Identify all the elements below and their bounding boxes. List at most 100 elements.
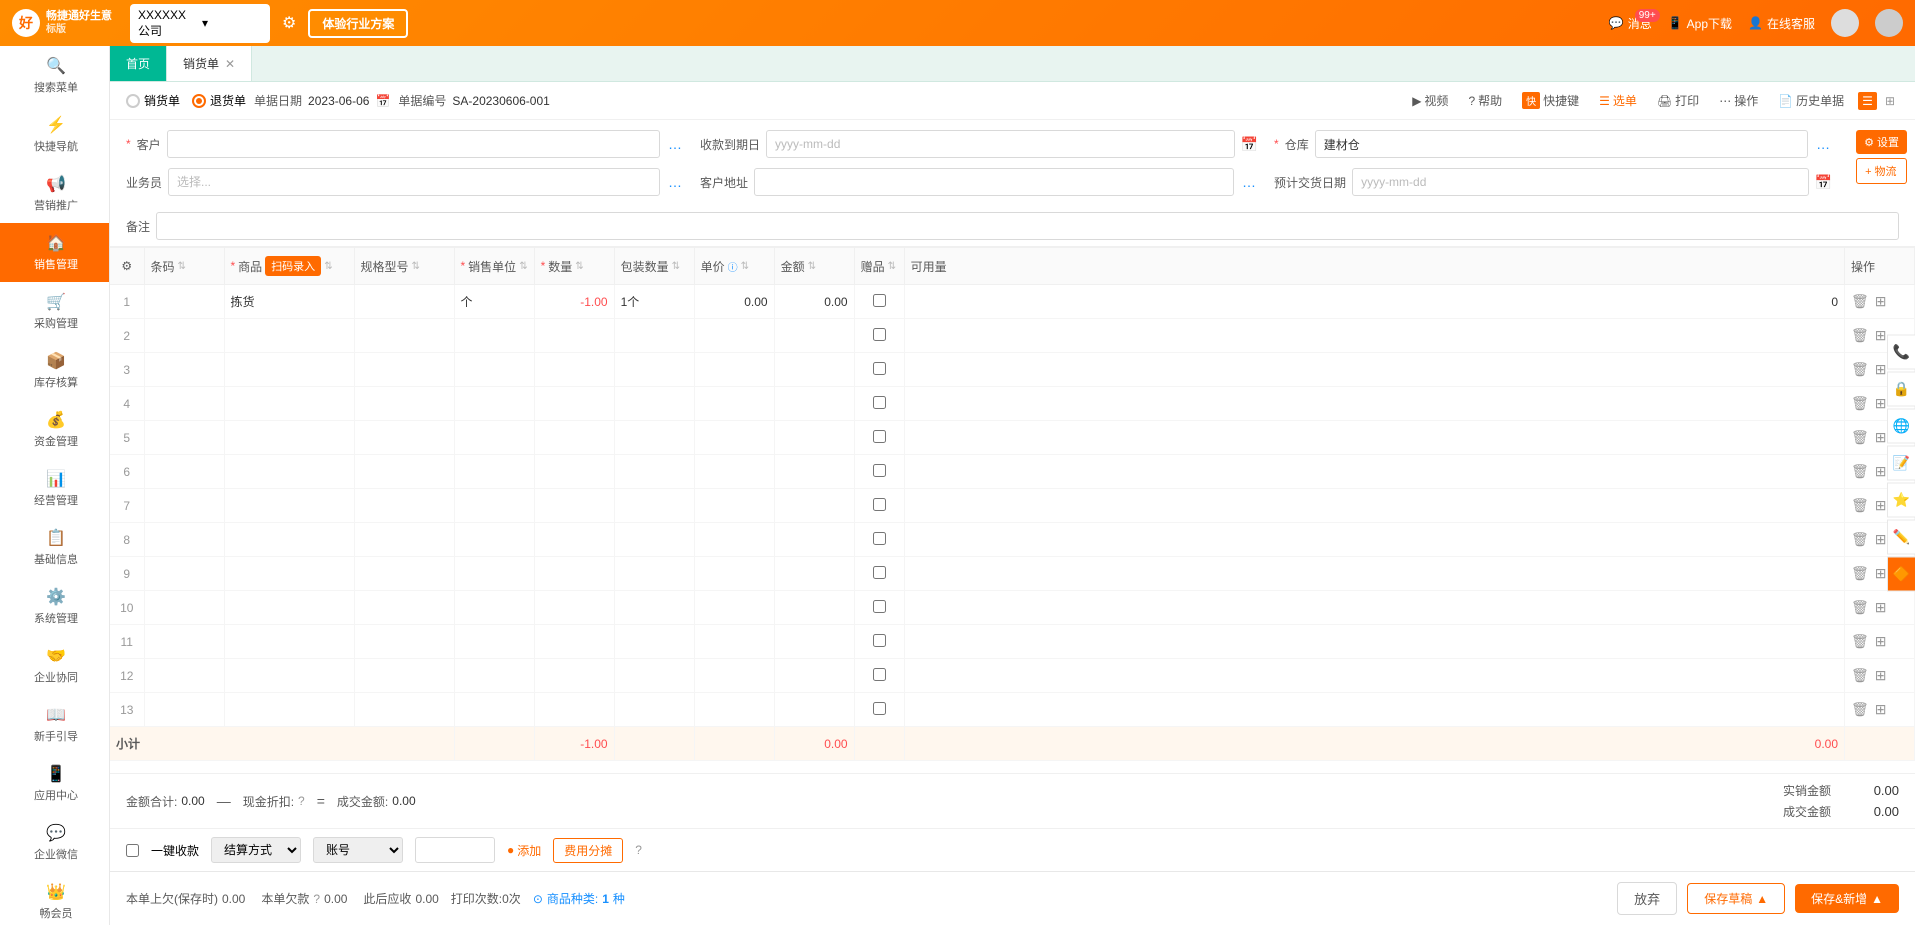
sidebar-item-purchase[interactable]: 🛒 采购管理 [0, 282, 109, 341]
sidebar-item-search[interactable]: 🔍 搜索菜单 [0, 46, 109, 105]
sidebar-item-finance[interactable]: 💰 资金管理 [0, 400, 109, 459]
customer-addr-input[interactable] [754, 168, 1234, 196]
row-gift[interactable] [854, 625, 904, 659]
history-btn[interactable]: 📄 历史单据 [1772, 90, 1850, 111]
gift-checkbox[interactable] [873, 464, 886, 477]
row-pkg-qty[interactable] [614, 387, 694, 421]
row-amount[interactable] [774, 625, 854, 659]
customer-input[interactable] [167, 130, 660, 158]
expected-date-cal[interactable]: 📅 [1815, 174, 1832, 191]
row-product[interactable] [224, 557, 354, 591]
copy-icon[interactable]: ⊞ [1875, 293, 1887, 310]
row-product[interactable] [224, 421, 354, 455]
radio-return[interactable]: 退货单 [192, 92, 246, 109]
row-amount[interactable] [774, 319, 854, 353]
row-unit-price[interactable] [694, 591, 774, 625]
gift-checkbox[interactable] [873, 566, 886, 579]
float-btn-3[interactable]: 🌐 [1887, 408, 1915, 443]
shortcut-btn[interactable]: 快 快捷键 [1516, 90, 1585, 111]
row-amount[interactable] [774, 489, 854, 523]
row-barcode[interactable] [144, 659, 224, 693]
row-quantity[interactable] [534, 693, 614, 727]
sort-product[interactable]: ⇅ [324, 261, 332, 272]
delete-icon[interactable]: 🗑 [1851, 463, 1869, 480]
row-unit-price[interactable] [694, 523, 774, 557]
view-grid-icon[interactable]: ⊞ [1881, 92, 1899, 110]
row-quantity[interactable] [534, 523, 614, 557]
row-unit[interactable] [454, 693, 534, 727]
row-barcode[interactable] [144, 625, 224, 659]
row-barcode[interactable] [144, 387, 224, 421]
row-quantity[interactable] [534, 591, 614, 625]
row-amount[interactable] [774, 659, 854, 693]
copy-icon[interactable]: ⊞ [1875, 463, 1887, 480]
row-unit[interactable] [454, 319, 534, 353]
row-product[interactable] [224, 625, 354, 659]
row-product[interactable] [224, 455, 354, 489]
row-amount[interactable] [774, 591, 854, 625]
row-amount[interactable] [774, 353, 854, 387]
row-quantity[interactable] [534, 455, 614, 489]
row-unit[interactable] [454, 455, 534, 489]
due-date-cal[interactable]: 📅 [1241, 136, 1258, 153]
row-pkg-qty[interactable] [614, 353, 694, 387]
row-spec[interactable] [354, 625, 454, 659]
row-unit[interactable] [454, 353, 534, 387]
delete-icon[interactable]: 🗑 [1851, 701, 1869, 718]
row-product[interactable] [224, 489, 354, 523]
trial-button[interactable]: 体验行业方案 [308, 9, 408, 38]
row-quantity[interactable] [534, 659, 614, 693]
row-quantity[interactable] [534, 421, 614, 455]
row-pkg-qty[interactable]: 1个 [614, 285, 694, 319]
row-quantity[interactable]: -1.00 [534, 285, 614, 319]
delete-icon[interactable]: 🗑 [1851, 361, 1869, 378]
row-quantity[interactable] [534, 387, 614, 421]
delete-icon[interactable]: 🗑 [1851, 429, 1869, 446]
gift-checkbox[interactable] [873, 668, 886, 681]
row-gift[interactable] [854, 591, 904, 625]
row-unit[interactable] [454, 591, 534, 625]
row-gift[interactable] [854, 285, 904, 319]
scan-button[interactable]: 扫码录入 [265, 256, 321, 276]
row-barcode[interactable] [144, 591, 224, 625]
message-btn[interactable]: 💬 消息 99+ [1609, 15, 1652, 32]
row-unit[interactable] [454, 557, 534, 591]
row-quantity[interactable] [534, 557, 614, 591]
payment-account-select[interactable]: 账号 [313, 837, 403, 863]
row-spec[interactable] [354, 557, 454, 591]
row-spec[interactable] [354, 353, 454, 387]
copy-icon[interactable]: ⊞ [1875, 633, 1887, 650]
row-pkg-qty[interactable] [614, 319, 694, 353]
row-unit-price[interactable] [694, 455, 774, 489]
row-gift[interactable] [854, 659, 904, 693]
row-pkg-qty[interactable] [614, 659, 694, 693]
copy-icon[interactable]: ⊞ [1875, 429, 1887, 446]
row-product[interactable] [224, 693, 354, 727]
row-spec[interactable] [354, 693, 454, 727]
row-quantity[interactable] [534, 353, 614, 387]
delete-icon[interactable]: 🗑 [1851, 293, 1869, 310]
float-btn-4[interactable]: 📝 [1887, 445, 1915, 480]
float-btn-2[interactable]: 🔒 [1887, 371, 1915, 406]
row-quantity[interactable] [534, 489, 614, 523]
sidebar-item-guide[interactable]: 📖 新手引导 [0, 695, 109, 754]
row-amount[interactable] [774, 523, 854, 557]
view-list-icon[interactable]: ☰ [1858, 92, 1877, 110]
video-btn[interactable]: ▶ 视频 [1406, 90, 1454, 111]
form-settings-button[interactable]: ⚙ 设置 [1856, 130, 1907, 154]
row-amount[interactable] [774, 693, 854, 727]
row-barcode[interactable] [144, 455, 224, 489]
delete-icon[interactable]: 🗑 [1851, 565, 1869, 582]
row-unit-price[interactable] [694, 557, 774, 591]
note-input[interactable] [156, 212, 1899, 240]
help-btn[interactable]: ? 帮助 [1462, 90, 1508, 111]
row-pkg-qty[interactable] [614, 489, 694, 523]
gift-checkbox[interactable] [873, 430, 886, 443]
row-unit[interactable] [454, 421, 534, 455]
row-spec[interactable] [354, 523, 454, 557]
copy-icon[interactable]: ⊞ [1875, 565, 1887, 582]
customer-dots-btn[interactable]: … [666, 134, 684, 154]
row-unit-price[interactable] [694, 421, 774, 455]
delete-icon[interactable]: 🗑 [1851, 633, 1869, 650]
row-pkg-qty[interactable] [614, 455, 694, 489]
